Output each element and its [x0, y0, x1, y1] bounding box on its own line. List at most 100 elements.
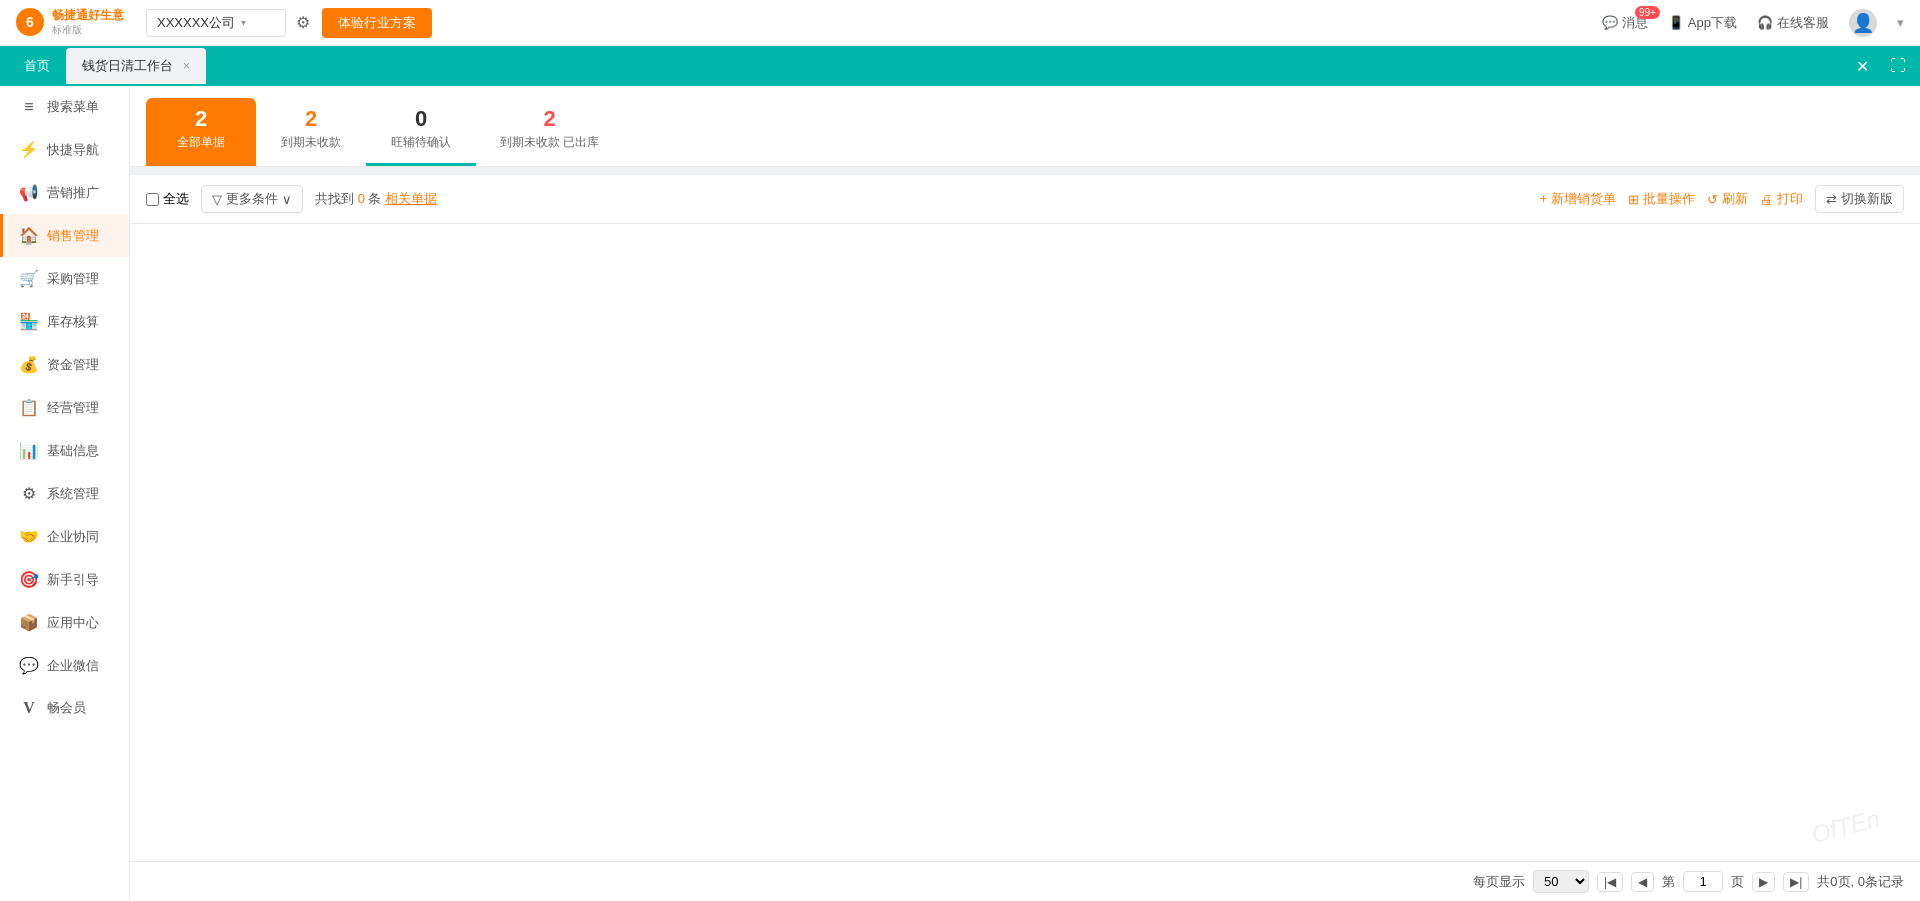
app-download-button[interactable]: 📱 App下载 — [1668, 14, 1737, 32]
sidebar-item-quick-nav[interactable]: ⚡ 快捷导航 — [0, 128, 129, 171]
trial-button[interactable]: 体验行业方案 — [322, 8, 432, 38]
sidebar-label-wechat: 企业微信 — [47, 657, 99, 675]
sidebar-item-sales[interactable]: 🏠 销售管理 — [0, 214, 129, 257]
sidebar: ≡ 搜索菜单 ⚡ 快捷导航 📢 营销推广 🏠 销售管理 🛒 采购管理 🏪 库存核… — [0, 86, 130, 901]
app-name: 畅捷通好生意 — [52, 8, 124, 22]
nav-tabs: 首页 钱货日清工作台 × ✕ ⛶ — [0, 46, 1920, 86]
stat-tab-overdue-out[interactable]: 2 到期未收款 已出库 — [476, 98, 623, 166]
guide-icon: 🎯 — [19, 570, 39, 589]
sidebar-label-operation: 经营管理 — [47, 399, 99, 417]
page-size-select[interactable]: 50 100 200 — [1533, 870, 1589, 893]
header-right: 💬 消息 99+ 📱 App下载 🎧 在线客服 👤 ▾ — [1602, 9, 1904, 37]
stat-label-pending: 旺辅待确认 — [390, 134, 452, 151]
user-avatar[interactable]: 👤 — [1849, 9, 1877, 37]
top-header: 6 畅捷通好生意 标准版 XXXXXX公司 ▾ ⚙ 体验行业方案 💬 消息 99… — [0, 0, 1920, 46]
tab-minimize-button[interactable]: ✕ — [1848, 52, 1876, 80]
chevron-down-icon: ▾ — [241, 17, 246, 28]
select-all-checkbox[interactable]: 全选 — [146, 190, 189, 208]
system-icon: ⚙ — [19, 484, 39, 503]
sidebar-item-operation[interactable]: 📋 经营管理 — [0, 386, 129, 429]
stat-count-all: 2 — [170, 106, 232, 132]
maximize-icon: ⛶ — [1890, 57, 1906, 75]
content-area: 2 全部单据 2 到期未收款 0 旺辅待确认 2 到期未收款 已出库 全选 — [130, 86, 1920, 901]
toolbar: 全选 ▽ 更多条件 ∨ 共找到 0 条 相关单据 + 新增销货单 ⊞ 批量操作 — [130, 175, 1920, 224]
sidebar-label-system: 系统管理 — [47, 485, 99, 503]
more-filters-button[interactable]: ▽ 更多条件 ∨ — [201, 185, 303, 213]
stat-label-overdue-out: 到期未收款 已出库 — [500, 134, 599, 151]
last-page-button[interactable]: ▶| — [1783, 872, 1809, 892]
stat-count-overdue-out: 2 — [500, 106, 599, 132]
refresh-icon: ↺ — [1707, 192, 1718, 207]
tab-maximize-button[interactable]: ⛶ — [1884, 52, 1912, 80]
tab-home[interactable]: 首页 — [8, 48, 66, 84]
sidebar-label-member: 畅会员 — [47, 699, 86, 717]
filter-chevron-icon: ∨ — [282, 192, 292, 207]
main-layout: ≡ 搜索菜单 ⚡ 快捷导航 📢 营销推广 🏠 销售管理 🛒 采购管理 🏪 库存核… — [0, 86, 1920, 901]
sidebar-label-finance: 资金管理 — [47, 356, 99, 374]
online-service-button[interactable]: 🎧 在线客服 — [1757, 14, 1829, 32]
tab-close-icon[interactable]: × — [183, 59, 190, 73]
refresh-button[interactable]: ↺ 刷新 — [1707, 190, 1748, 208]
first-page-button[interactable]: |◀ — [1597, 872, 1623, 892]
search-menu-icon: ≡ — [19, 98, 39, 116]
settings-icon[interactable]: ⚙ — [296, 13, 310, 32]
nav-tab-actions: ✕ ⛶ — [1848, 52, 1912, 80]
cooperation-icon: 🤝 — [19, 527, 39, 546]
batch-operation-button[interactable]: ⊞ 批量操作 — [1628, 190, 1695, 208]
print-icon: 🖨 — [1760, 192, 1773, 207]
download-icon: 📱 — [1668, 15, 1684, 30]
inventory-icon: 🏪 — [19, 312, 39, 331]
add-sale-order-button[interactable]: + 新增销货单 — [1540, 190, 1616, 208]
sidebar-item-cooperation[interactable]: 🤝 企业协同 — [0, 515, 129, 558]
batch-icon: ⊞ — [1628, 192, 1639, 207]
sidebar-item-inventory[interactable]: 🏪 库存核算 — [0, 300, 129, 343]
stat-tab-all[interactable]: 2 全部单据 — [146, 98, 256, 166]
sidebar-item-guide[interactable]: 🎯 新手引导 — [0, 558, 129, 601]
sidebar-label-app-center: 应用中心 — [47, 614, 99, 632]
sidebar-item-search-menu[interactable]: ≡ 搜索菜单 — [0, 86, 129, 128]
sidebar-item-purchase[interactable]: 🛒 采购管理 — [0, 257, 129, 300]
messages-button[interactable]: 💬 消息 99+ — [1602, 14, 1648, 32]
tab-workbench[interactable]: 钱货日清工作台 × — [66, 48, 206, 84]
sidebar-item-basic-info[interactable]: 📊 基础信息 — [0, 429, 129, 472]
sidebar-item-wechat[interactable]: 💬 企业微信 — [0, 644, 129, 687]
stat-tab-overdue[interactable]: 2 到期未收款 — [256, 98, 366, 166]
pagination-bar: 每页显示 50 100 200 |◀ ◀ 第 页 ▶ ▶| 共0页, 0条记录 — [130, 861, 1920, 901]
service-icon: 🎧 — [1757, 15, 1773, 30]
filter-icon: ▽ — [212, 192, 222, 207]
app-center-icon: 📦 — [19, 613, 39, 632]
sales-icon: 🏠 — [19, 226, 39, 245]
wechat-icon: 💬 — [19, 656, 39, 675]
prev-page-button[interactable]: ◀ — [1631, 872, 1654, 892]
user-name-display[interactable]: ▾ — [1897, 15, 1904, 30]
basic-info-icon: 📊 — [19, 441, 39, 460]
switch-icon: ⇄ — [1826, 192, 1837, 207]
stat-label-overdue: 到期未收款 — [280, 134, 342, 151]
member-icon: V — [19, 699, 39, 717]
company-name: XXXXXX公司 — [157, 14, 235, 32]
print-button[interactable]: 🖨 打印 — [1760, 190, 1803, 208]
stats-tabs: 2 全部单据 2 到期未收款 0 旺辅待确认 2 到期未收款 已出库 — [130, 86, 1920, 167]
switch-version-button[interactable]: ⇄ 切换新版 — [1815, 185, 1904, 213]
company-selector[interactable]: XXXXXX公司 ▾ — [146, 9, 286, 37]
message-icon: 💬 — [1602, 15, 1618, 30]
next-page-button[interactable]: ▶ — [1752, 872, 1775, 892]
total-records-label: 共0页, 0条记录 — [1817, 873, 1904, 891]
minimize-icon: ✕ — [1856, 57, 1869, 76]
page-input[interactable] — [1683, 871, 1723, 892]
sidebar-label-purchase: 采购管理 — [47, 270, 99, 288]
stat-tab-pending[interactable]: 0 旺辅待确认 — [366, 98, 476, 166]
stat-count-pending: 0 — [390, 106, 452, 132]
operation-icon: 📋 — [19, 398, 39, 417]
sidebar-item-system[interactable]: ⚙ 系统管理 — [0, 472, 129, 515]
sidebar-item-member[interactable]: V 畅会员 — [0, 687, 129, 729]
message-badge: 99+ — [1635, 6, 1660, 19]
purchase-icon: 🛒 — [19, 269, 39, 288]
sidebar-item-finance[interactable]: 💰 资金管理 — [0, 343, 129, 386]
logo-area: 6 畅捷通好生意 标准版 — [16, 8, 146, 36]
marketing-icon: 📢 — [19, 183, 39, 202]
sidebar-label-cooperation: 企业协同 — [47, 528, 99, 546]
sidebar-item-marketing[interactable]: 📢 营销推广 — [0, 171, 129, 214]
found-count-display: 共找到 0 条 相关单据 — [315, 190, 437, 208]
sidebar-item-app-center[interactable]: 📦 应用中心 — [0, 601, 129, 644]
